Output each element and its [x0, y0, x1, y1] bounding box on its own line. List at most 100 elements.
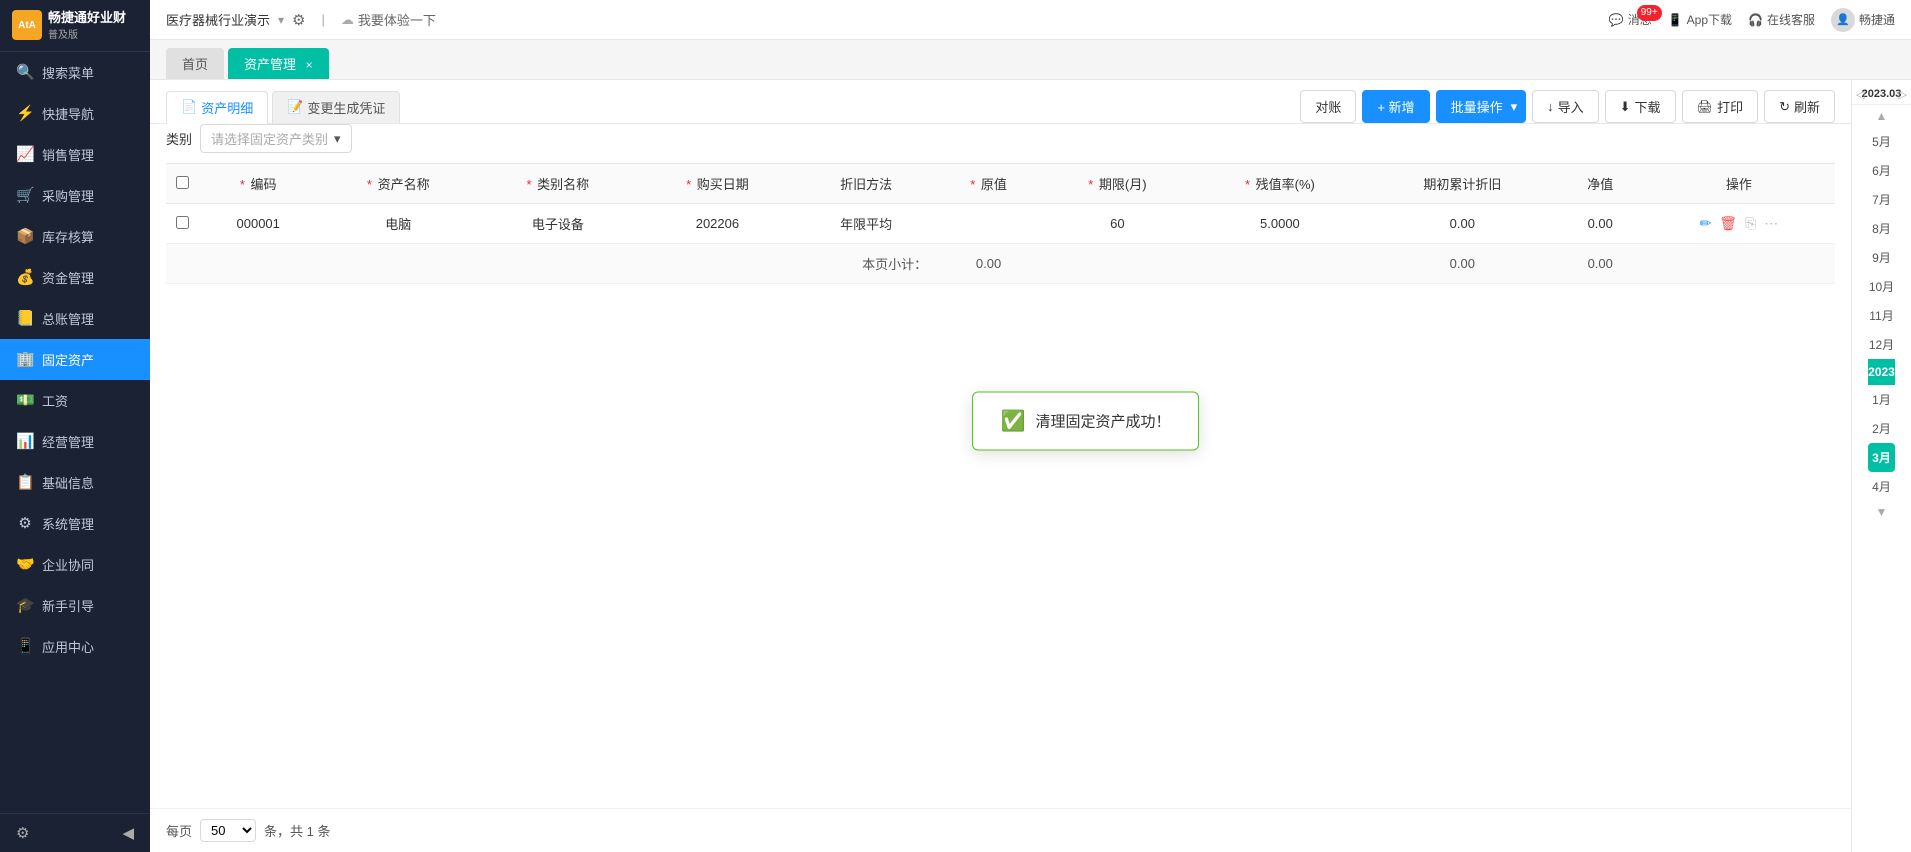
header-original-value: * 原值 — [935, 164, 1042, 204]
calendar-item-5月[interactable]: 5月 — [1868, 127, 1895, 156]
sidebar-item-sales[interactable]: 📈销售管理 — [0, 134, 150, 175]
sidebar-item-inventory[interactable]: 📦库存核算 — [0, 216, 150, 257]
delete-icon[interactable]: 🗑 — [1719, 215, 1737, 232]
calendar-item-1月[interactable]: 1月 — [1868, 385, 1895, 414]
per-page-select[interactable]: 50 100 200 — [200, 819, 256, 842]
more-icon[interactable]: ⋯ — [1764, 215, 1778, 232]
category-arrow-icon: ▾ — [334, 131, 341, 147]
download-button[interactable]: ⬇ 下载 — [1605, 90, 1676, 123]
filter-bar: 类别 请选择固定资产类别 ▾ — [150, 124, 1851, 163]
calendar-collapse-left-icon[interactable]: ◁ — [1856, 88, 1864, 101]
import-button[interactable]: ↓ 导入 — [1532, 90, 1599, 123]
table-row: 000001 电脑 电子设备 202206 年限平均 60 5.0000 0.0… — [166, 204, 1835, 244]
calendar-up-button[interactable]: ▲ — [1852, 105, 1911, 127]
sidebar-item-quick-nav[interactable]: ⚡快捷导航 — [0, 93, 150, 134]
row-accumulated: 0.00 — [1367, 204, 1558, 244]
experience-button[interactable]: ☁ 我要体验一下 — [341, 10, 436, 29]
header-code: * 编码 — [198, 164, 318, 204]
row-purchase-date: 202206 — [638, 204, 798, 244]
sidebar-item-label: 固定资产 — [42, 350, 94, 369]
sidebar-item-purchase[interactable]: 🛒采购管理 — [0, 175, 150, 216]
calendar-item-7月[interactable]: 7月 — [1868, 185, 1895, 214]
asset-detail-icon: 📄 — [181, 99, 197, 115]
message-button[interactable]: 💬 消息 99+ — [1609, 11, 1652, 28]
table-wrap[interactable]: * 编码 * 资产名称 * 类别名称 — [150, 163, 1851, 808]
sidebar-item-label: 采购管理 — [42, 186, 94, 205]
sidebar-item-ledger[interactable]: 📒总账管理 — [0, 298, 150, 339]
settings-icon[interactable]: ⚙ — [16, 824, 29, 842]
refresh-button[interactable]: ↻ 刷新 — [1764, 90, 1835, 123]
sidebar-item-operations[interactable]: 📊经营管理 — [0, 421, 150, 462]
print-button[interactable]: 🖨 打印 — [1682, 90, 1759, 123]
sidebar-item-search[interactable]: 🔍搜索菜单 — [0, 52, 150, 93]
row-checkbox-cell — [166, 204, 198, 244]
sub-tab-voucher[interactable]: 📝 变更生成凭证 — [272, 91, 400, 123]
collapse-icon[interactable]: ◀ — [122, 824, 134, 842]
new-button[interactable]: + 新增 — [1362, 90, 1429, 123]
sidebar-item-fixed-assets[interactable]: 🏢固定资产 — [0, 339, 150, 380]
select-all-checkbox[interactable] — [176, 176, 189, 189]
sidebar-item-fund[interactable]: 💰资金管理 — [0, 257, 150, 298]
sidebar-item-enterprise[interactable]: 🤝 企业协同 — [0, 544, 150, 585]
row-residual-rate: 5.0000 — [1193, 204, 1367, 244]
subtotal-net-value: 0.00 — [1558, 244, 1643, 284]
batch-button[interactable]: 批量操作 ▾ — [1436, 90, 1527, 123]
calendar-item-6月[interactable]: 6月 — [1868, 156, 1895, 185]
payroll-icon: 💵 — [16, 391, 34, 409]
table-header-row: * 编码 * 资产名称 * 类别名称 — [166, 164, 1835, 204]
calendar-item-8月[interactable]: 8月 — [1868, 214, 1895, 243]
refresh-icon: ↻ — [1779, 99, 1790, 115]
sidebar-item-label: 资金管理 — [42, 268, 94, 287]
table-area: * 编码 * 资产名称 * 类别名称 — [150, 163, 1851, 808]
category-select[interactable]: 请选择固定资产类别 ▾ — [200, 124, 352, 153]
row-net-value: 0.00 — [1558, 204, 1643, 244]
import-icon: ↓ — [1547, 99, 1554, 114]
tab-home[interactable]: 首页 — [166, 48, 224, 79]
toolbar: 对账 + 新增 批量操作 ▾ ↓ 导入 ⬇ 下载 🖨 — [1300, 90, 1835, 123]
toast-overlay: ✅ 清理固定资产成功！ — [972, 392, 1200, 451]
calendar-item-2023[interactable]: 2023 — [1868, 359, 1895, 385]
search-icon: 🔍 — [16, 63, 34, 81]
calendar-item-10月[interactable]: 10月 — [1868, 272, 1895, 301]
sidebar-item-label: 基础信息 — [42, 473, 94, 492]
subtotal-accumulated: 0.00 — [1367, 244, 1558, 284]
page-content: 📄 资产明细 📝 变更生成凭证 对账 + 新增 批量操作 ▾ — [150, 80, 1851, 852]
cloud-icon: ☁ — [341, 12, 354, 28]
app-download-button[interactable]: 📱 App下载 — [1668, 11, 1732, 28]
user-area[interactable]: 👤 畅捷通 — [1831, 8, 1895, 32]
online-service-button[interactable]: 🎧 在线客服 — [1748, 11, 1815, 28]
sidebar-item-system[interactable]: ⚙系统管理 — [0, 503, 150, 544]
reconcile-button[interactable]: 对账 — [1300, 90, 1356, 123]
calendar-expand-icon[interactable]: ▷ — [1899, 88, 1907, 101]
sidebar-item-app-center[interactable]: 📱应用中心 — [0, 626, 150, 667]
calendar-item-12月[interactable]: 12月 — [1868, 330, 1895, 359]
edit-icon[interactable]: ✏ — [1700, 215, 1712, 232]
voucher-icon: 📝 — [287, 99, 303, 115]
header-name: * 资产名称 — [318, 164, 478, 204]
settings-gear-icon[interactable]: ⚙ — [292, 11, 305, 29]
company-dropdown-icon[interactable]: ▾ — [278, 13, 284, 27]
main-area: 医疗器械行业演示 ▾ ⚙ | ☁ 我要体验一下 💬 消息 99+ 📱 App下载… — [150, 0, 1911, 852]
enterprise-icon: 🤝 — [16, 555, 34, 573]
quick-nav-icon: ⚡ — [16, 104, 34, 122]
app-center-icon: 📱 — [16, 637, 34, 655]
calendar-item-4月[interactable]: 4月 — [1868, 472, 1895, 501]
row-checkbox[interactable] — [176, 216, 189, 229]
sub-tab-asset-detail[interactable]: 📄 资产明细 — [166, 91, 268, 124]
copy-icon[interactable]: ⎘ — [1745, 215, 1756, 232]
sidebar-item-label: 企业协同 — [42, 555, 94, 574]
sidebar-bottom: ⚙ ◀ — [0, 813, 150, 852]
tab-asset-management[interactable]: 资产管理 × — [228, 48, 329, 79]
sidebar-item-guide[interactable]: 🎓新手引导 — [0, 585, 150, 626]
calendar-item-3月[interactable]: 3月 — [1868, 443, 1895, 472]
calendar-item-9月[interactable]: 9月 — [1868, 243, 1895, 272]
calendar-down-button[interactable]: ▼ — [1852, 501, 1911, 523]
calendar-item-11月[interactable]: 11月 — [1868, 301, 1895, 330]
tab-close-icon[interactable]: × — [306, 58, 313, 72]
assets-table: * 编码 * 资产名称 * 类别名称 — [166, 163, 1835, 284]
sub-tabs: 📄 资产明细 📝 变更生成凭证 对账 + 新增 批量操作 ▾ — [150, 80, 1851, 124]
sidebar: AtA 畅捷通好业财 普及版 🔍搜索菜单⚡快捷导航📈销售管理🛒采购管理📦库存核算… — [0, 0, 150, 852]
sidebar-item-payroll[interactable]: 💵工资 — [0, 380, 150, 421]
calendar-item-2月[interactable]: 2月 — [1868, 414, 1895, 443]
sidebar-item-basic-info[interactable]: 📋基础信息 — [0, 462, 150, 503]
